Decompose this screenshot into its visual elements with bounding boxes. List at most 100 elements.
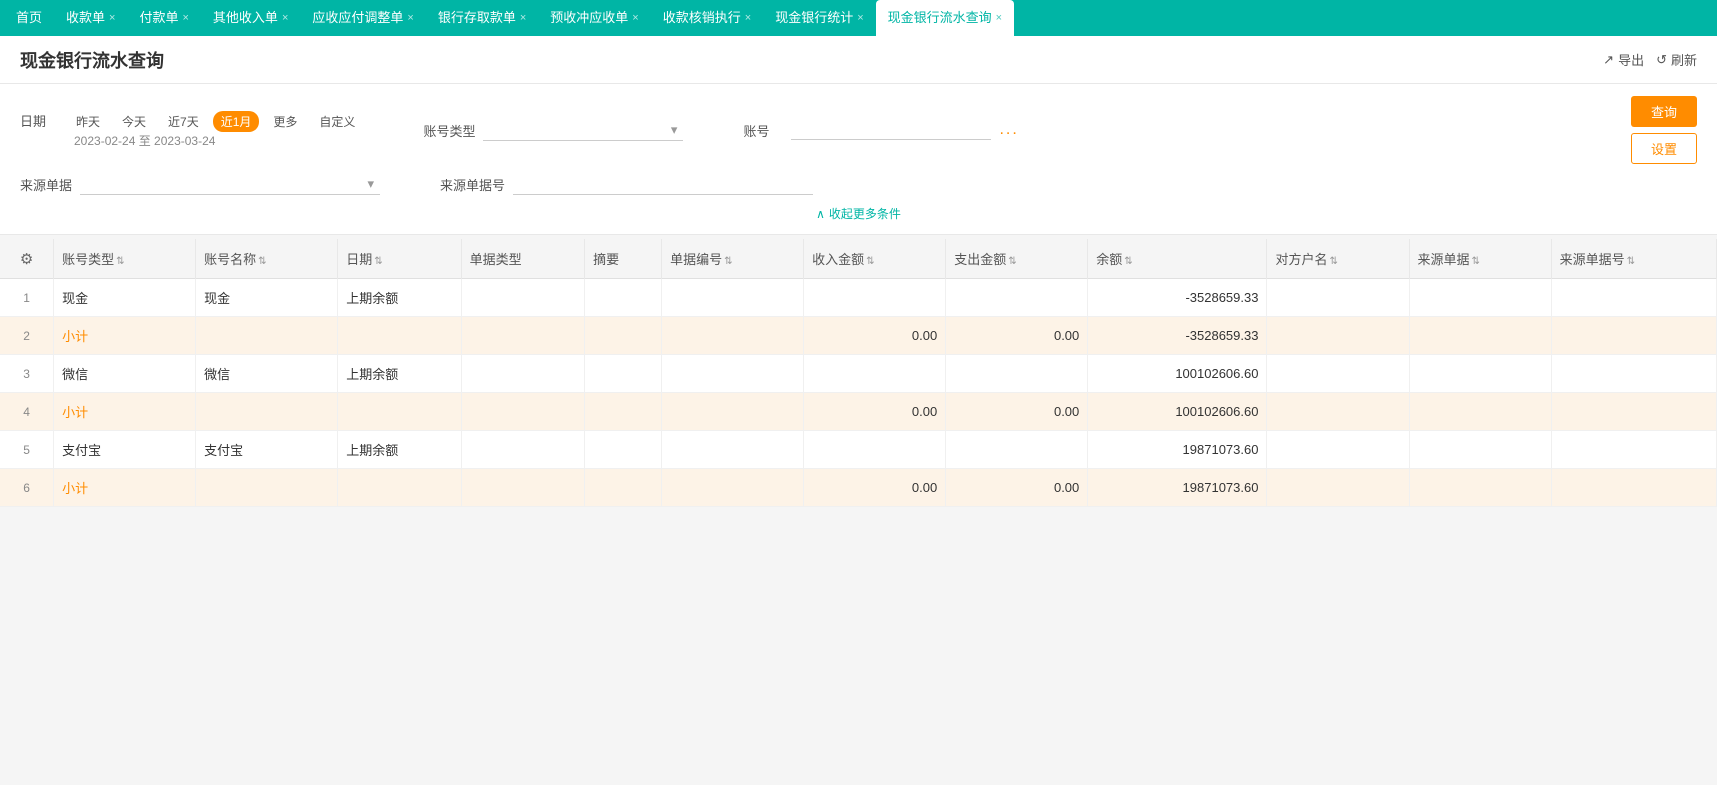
account-type-select[interactable]: ▾ [483, 120, 683, 141]
date-option-昨天[interactable]: 昨天 [68, 111, 108, 132]
nav-item-现金银行流水查询[interactable]: 现金银行流水查询 × [876, 0, 1014, 36]
filter-row-2: 来源单据 ▾ 来源单据号 [20, 174, 1697, 195]
close-icon[interactable]: × [745, 0, 751, 36]
date-option-近1月[interactable]: 近1月 [213, 111, 260, 132]
table-header-expense: 支出金额⇅ [946, 239, 1088, 279]
close-icon[interactable]: × [857, 0, 863, 36]
cell-date: 上期余额 [338, 279, 461, 317]
row-number: 2 [0, 317, 54, 355]
cell-doc-type [461, 393, 584, 431]
nav-item-付款单[interactable]: 付款单 × [127, 0, 200, 36]
table-header-source-doc: 来源单据⇅ [1409, 239, 1551, 279]
nav-item-现金银行统计[interactable]: 现金银行统计 × [763, 0, 875, 36]
cell-account-name [196, 469, 338, 507]
close-icon[interactable]: × [407, 0, 413, 36]
cell-account-name: 支付宝 [196, 431, 338, 469]
close-icon[interactable]: × [182, 0, 188, 36]
cell-source-doc [1409, 393, 1551, 431]
source-doc-num-label: 来源单据号 [440, 175, 505, 194]
source-doc-filter: 来源单据 ▾ [20, 174, 380, 195]
refresh-icon: ↺ [1656, 52, 1667, 68]
table-row: 4小计0.000.00100102606.60 [0, 393, 1717, 431]
row-number: 6 [0, 469, 54, 507]
source-doc-num-filter: 来源单据号 [440, 175, 813, 195]
cell-doc-num [662, 317, 804, 355]
chevron-down-icon2: ▾ [367, 176, 374, 192]
close-icon[interactable]: × [632, 0, 638, 36]
date-option-更多[interactable]: 更多 [265, 111, 305, 132]
cell-counterpart [1267, 431, 1409, 469]
filter-area: 日期 昨天今天近7天近1月更多自定义 2023-02-24 至 2023-03-… [0, 84, 1717, 235]
date-option-今天[interactable]: 今天 [114, 111, 154, 132]
cell-source-doc-num [1551, 279, 1716, 317]
nav-item-应收应付调整单[interactable]: 应收应付调整单 × [300, 0, 425, 36]
row-number: 3 [0, 355, 54, 393]
source-doc-select[interactable]: ▾ [80, 174, 380, 195]
close-icon[interactable]: × [996, 0, 1002, 36]
row-number: 4 [0, 393, 54, 431]
cell-summary [585, 355, 662, 393]
cell-counterpart [1267, 469, 1409, 507]
nav-item-其他收入单[interactable]: 其他收入单 × [201, 0, 300, 36]
top-nav: 首页收款单 ×付款单 ×其他收入单 ×应收应付调整单 ×银行存取款单 ×预收冲应… [0, 0, 1717, 36]
cell-summary [585, 317, 662, 355]
date-option-近7天[interactable]: 近7天 [160, 111, 207, 132]
cell-source-doc [1409, 279, 1551, 317]
cell-expense [946, 279, 1088, 317]
setting-button[interactable]: 设置 [1631, 133, 1697, 164]
export-button[interactable]: ↗ 导出 [1603, 50, 1644, 69]
cell-doc-num [662, 279, 804, 317]
header-actions: ↗ 导出 ↺ 刷新 [1603, 50, 1697, 69]
cell-counterpart [1267, 279, 1409, 317]
cell-date [338, 469, 461, 507]
cell-income: 0.00 [804, 317, 946, 355]
nav-item-银行存取款单[interactable]: 银行存取款单 × [426, 0, 538, 36]
account-input[interactable] [791, 120, 991, 140]
gear-icon[interactable]: ⚙ [20, 251, 33, 268]
table-container: ⚙ 账号类型⇅ 账号名称⇅ 日期⇅ 单据类型 摘要 单据编号⇅ 收入金额⇅ 支出… [0, 239, 1717, 507]
source-doc-num-input[interactable] [513, 175, 813, 195]
cell-expense [946, 431, 1088, 469]
cell-doc-type [461, 355, 584, 393]
cell-account-type: 现金 [54, 279, 196, 317]
date-options: 昨天今天近7天近1月更多自定义 [68, 111, 363, 132]
cell-account-type: 小计 [54, 393, 196, 431]
cell-balance: 19871073.60 [1088, 469, 1267, 507]
table-header-row: ⚙ 账号类型⇅ 账号名称⇅ 日期⇅ 单据类型 摘要 单据编号⇅ 收入金额⇅ 支出… [0, 239, 1717, 279]
source-doc-label: 来源单据 [20, 175, 72, 194]
cell-doc-type [461, 279, 584, 317]
cell-source-doc [1409, 469, 1551, 507]
table-row: 6小计0.000.0019871073.60 [0, 469, 1717, 507]
table-header-account-type: 账号类型⇅ [54, 239, 196, 279]
refresh-button[interactable]: ↺ 刷新 [1656, 50, 1697, 69]
collapse-bar[interactable]: ∧ 收起更多条件 [20, 205, 1697, 222]
more-options-button[interactable]: ... [999, 121, 1018, 139]
row-number: 5 [0, 431, 54, 469]
cell-balance: -3528659.33 [1088, 317, 1267, 355]
cell-doc-num [662, 431, 804, 469]
nav-item-预收冲应收单[interactable]: 预收冲应收单 × [538, 0, 650, 36]
cell-account-name [196, 317, 338, 355]
cell-account-type: 小计 [54, 317, 196, 355]
cell-doc-type [461, 431, 584, 469]
close-icon[interactable]: × [282, 0, 288, 36]
date-option-自定义[interactable]: 自定义 [311, 111, 363, 132]
nav-item-收款核销执行[interactable]: 收款核销执行 × [651, 0, 763, 36]
nav-item-收款单[interactable]: 收款单 × [54, 0, 127, 36]
collapse-icon: ∧ [816, 207, 825, 221]
table-header-settings[interactable]: ⚙ [0, 239, 54, 279]
close-icon[interactable]: × [109, 0, 115, 36]
table-header-doc-num: 单据编号⇅ [662, 239, 804, 279]
cell-doc-num [662, 355, 804, 393]
table-header-balance: 余额⇅ [1088, 239, 1267, 279]
close-icon[interactable]: × [520, 0, 526, 36]
account-type-label: 账号类型 [423, 121, 475, 140]
cell-income [804, 431, 946, 469]
data-table: ⚙ 账号类型⇅ 账号名称⇅ 日期⇅ 单据类型 摘要 单据编号⇅ 收入金额⇅ 支出… [0, 239, 1717, 507]
cell-source-doc [1409, 355, 1551, 393]
query-button[interactable]: 查询 [1631, 96, 1697, 127]
cell-expense [946, 355, 1088, 393]
cell-account-name: 现金 [196, 279, 338, 317]
nav-item-首页[interactable]: 首页 [4, 0, 54, 36]
account-type-filter: 账号类型 ▾ [423, 120, 683, 141]
